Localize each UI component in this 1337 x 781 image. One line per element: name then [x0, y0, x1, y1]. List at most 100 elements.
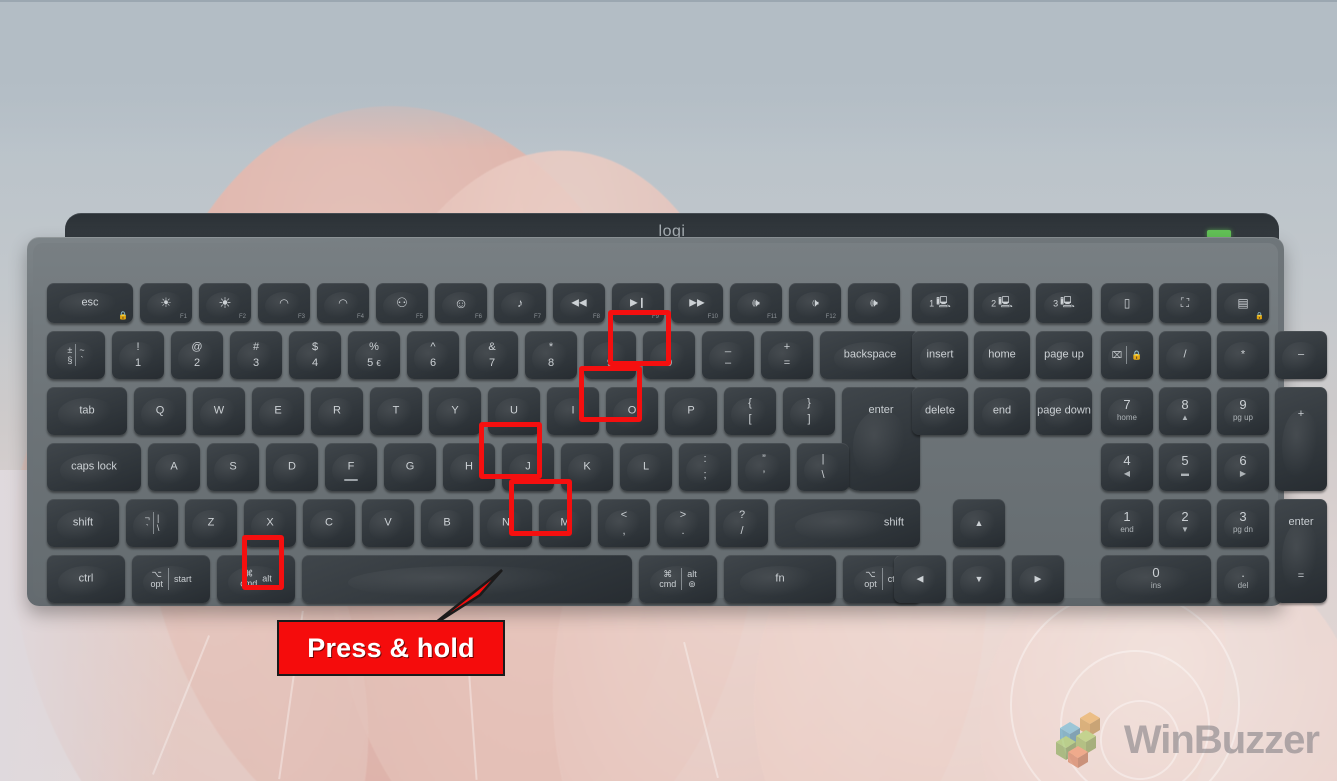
euro-icon: €	[376, 358, 381, 368]
key-arrow-up[interactable]: ▲	[953, 499, 1005, 547]
key-arrow-right[interactable]: ▶	[1012, 555, 1064, 603]
key-r[interactable]: R	[311, 387, 363, 435]
key-equals[interactable]: + =	[761, 331, 813, 379]
key-8[interactable]: * 8	[525, 331, 577, 379]
key-numpad-2[interactable]: 2 ▼	[1159, 499, 1211, 547]
key-numpad-enter[interactable]: enter =	[1275, 499, 1327, 603]
key-f[interactable]: F	[325, 443, 377, 491]
key-f8-previous-track[interactable]: ◀◀ F8	[553, 283, 605, 323]
key-easy-switch-3[interactable]: 3 🖳	[1036, 283, 1092, 323]
key-comma[interactable]: <,	[598, 499, 650, 547]
key-numpad-1[interactable]: 1 end	[1101, 499, 1153, 547]
key-t[interactable]: T	[370, 387, 422, 435]
key-quote[interactable]: ”’	[738, 443, 790, 491]
key-numpad-6[interactable]: 6 ▶	[1217, 443, 1269, 491]
key-numpad-7[interactable]: 7 home	[1101, 387, 1153, 435]
key-3[interactable]: #3	[230, 331, 282, 379]
key-numpad-plus[interactable]: +	[1275, 387, 1327, 491]
key-ctrl-left[interactable]: ctrl	[47, 555, 125, 603]
key-numpad-decimal[interactable]: . del	[1217, 555, 1269, 603]
key-f12-volume-down[interactable]: 🕩 F12	[789, 283, 841, 323]
key-backslash-iso[interactable]: ¬ ` | \	[126, 499, 178, 547]
key-7[interactable]: & 7	[466, 331, 518, 379]
key-e[interactable]: E	[252, 387, 304, 435]
key-f10-next-track[interactable]: ▶▶ F10	[671, 283, 723, 323]
left-arrow-icon: ◀	[1123, 468, 1131, 478]
key-f4-backlight-up[interactable]: ◠ F4	[317, 283, 369, 323]
key-arrow-left[interactable]: ◀	[894, 555, 946, 603]
key-4[interactable]: $4	[289, 331, 341, 379]
key-b[interactable]: B	[421, 499, 473, 547]
key-f5-dictation[interactable]: ⚇ F5	[376, 283, 428, 323]
key-slash[interactable]: ? /	[716, 499, 768, 547]
key-1[interactable]: ! 1	[112, 331, 164, 379]
key-f7-mic-mute[interactable]: ♪ F7	[494, 283, 546, 323]
key-section-tilde[interactable]: ± § ~ `	[47, 331, 105, 379]
key-shift-right[interactable]: shift	[775, 499, 920, 547]
key-2[interactable]: @2	[171, 331, 223, 379]
key-w[interactable]: W	[193, 387, 245, 435]
key-insert[interactable]: insert	[912, 331, 968, 379]
key-p[interactable]: P	[665, 387, 717, 435]
key-screen-capture[interactable]: ▤ 🔒	[1217, 283, 1269, 323]
key-backslash[interactable]: | \	[797, 443, 849, 491]
key-numpad-minus[interactable]: –	[1275, 331, 1327, 379]
key-num-lock[interactable]: ⌧ 🔒	[1101, 331, 1153, 379]
key-tab[interactable]: tab	[47, 387, 127, 435]
key-opt-start[interactable]: ⌥ opt start	[132, 555, 210, 603]
key-q[interactable]: Q	[134, 387, 186, 435]
key-bracket-left[interactable]: {[	[724, 387, 776, 435]
key-numpad-0[interactable]: 0 ins	[1101, 555, 1211, 603]
key-volume-up[interactable]: 🕪	[848, 283, 900, 323]
key-v[interactable]: V	[362, 499, 414, 547]
key-arrow-down[interactable]: ▼	[953, 555, 1005, 603]
key-6[interactable]: ^ 6	[407, 331, 459, 379]
key-delete[interactable]: delete	[912, 387, 968, 435]
key-numpad-5[interactable]: 5 ▬	[1159, 443, 1211, 491]
key-f11-volume-mute[interactable]: 🕪 F11	[730, 283, 782, 323]
key-s[interactable]: S	[207, 443, 259, 491]
key-numpad-3[interactable]: 3 pg dn	[1217, 499, 1269, 547]
key-a[interactable]: A	[148, 443, 200, 491]
key-g[interactable]: G	[384, 443, 436, 491]
key-page-up[interactable]: page up	[1036, 331, 1092, 379]
key-end[interactable]: end	[974, 387, 1030, 435]
key-caps-lock[interactable]: caps lock	[47, 443, 141, 491]
key-f2-brightness-up[interactable]: ☀ F2	[199, 283, 251, 323]
key-easy-switch-2[interactable]: 2 🖳	[974, 283, 1030, 323]
key-bracket-right[interactable]: }]	[783, 387, 835, 435]
key-c[interactable]: C	[303, 499, 355, 547]
key-home[interactable]: home	[974, 331, 1030, 379]
key-calculator[interactable]: ▯	[1101, 283, 1153, 323]
key-enter[interactable]: enter	[842, 387, 920, 491]
key-numpad-9[interactable]: 9 pg up	[1217, 387, 1269, 435]
key-fn[interactable]: fn	[724, 555, 836, 603]
screenshot-icon: ⛶	[1180, 295, 1190, 310]
key-esc[interactable]: esc 🔒	[47, 283, 133, 323]
key-easy-switch-1[interactable]: 1 🖳	[912, 283, 968, 323]
key-z[interactable]: Z	[185, 499, 237, 547]
key-numpad-multiply[interactable]: *	[1217, 331, 1269, 379]
key-numpad-divide[interactable]: /	[1159, 331, 1211, 379]
key-f3-backlight-down[interactable]: ◠ F3	[258, 283, 310, 323]
key-page-down[interactable]: page down	[1036, 387, 1092, 435]
brightness-down-icon: ☀	[160, 295, 172, 310]
key-f6-emoji[interactable]: ☺ F6	[435, 283, 487, 323]
key-minus[interactable]: _ –	[702, 331, 754, 379]
key-l[interactable]: L	[620, 443, 672, 491]
key-5[interactable]: % 5 €	[348, 331, 400, 379]
key-f1-brightness-down[interactable]: ☀ F1	[140, 283, 192, 323]
key-numpad-4[interactable]: 4 ◀	[1101, 443, 1153, 491]
key-shift-left[interactable]: shift	[47, 499, 119, 547]
key-numpad-8[interactable]: 8 ▲	[1159, 387, 1211, 435]
key-backspace[interactable]: backspace	[820, 331, 920, 379]
key-d[interactable]: D	[266, 443, 318, 491]
key-y[interactable]: Y	[429, 387, 481, 435]
key-period[interactable]: >.	[657, 499, 709, 547]
key-screenshot[interactable]: ⛶	[1159, 283, 1211, 323]
key-cmd-alt-right[interactable]: ⌘ cmd alt ⊚	[639, 555, 717, 603]
wallpaper-top-fade	[0, 0, 1337, 150]
previous-track-icon: ◀◀	[571, 297, 587, 309]
key-semicolon[interactable]: :;	[679, 443, 731, 491]
screen-top-edge	[0, 0, 1337, 2]
